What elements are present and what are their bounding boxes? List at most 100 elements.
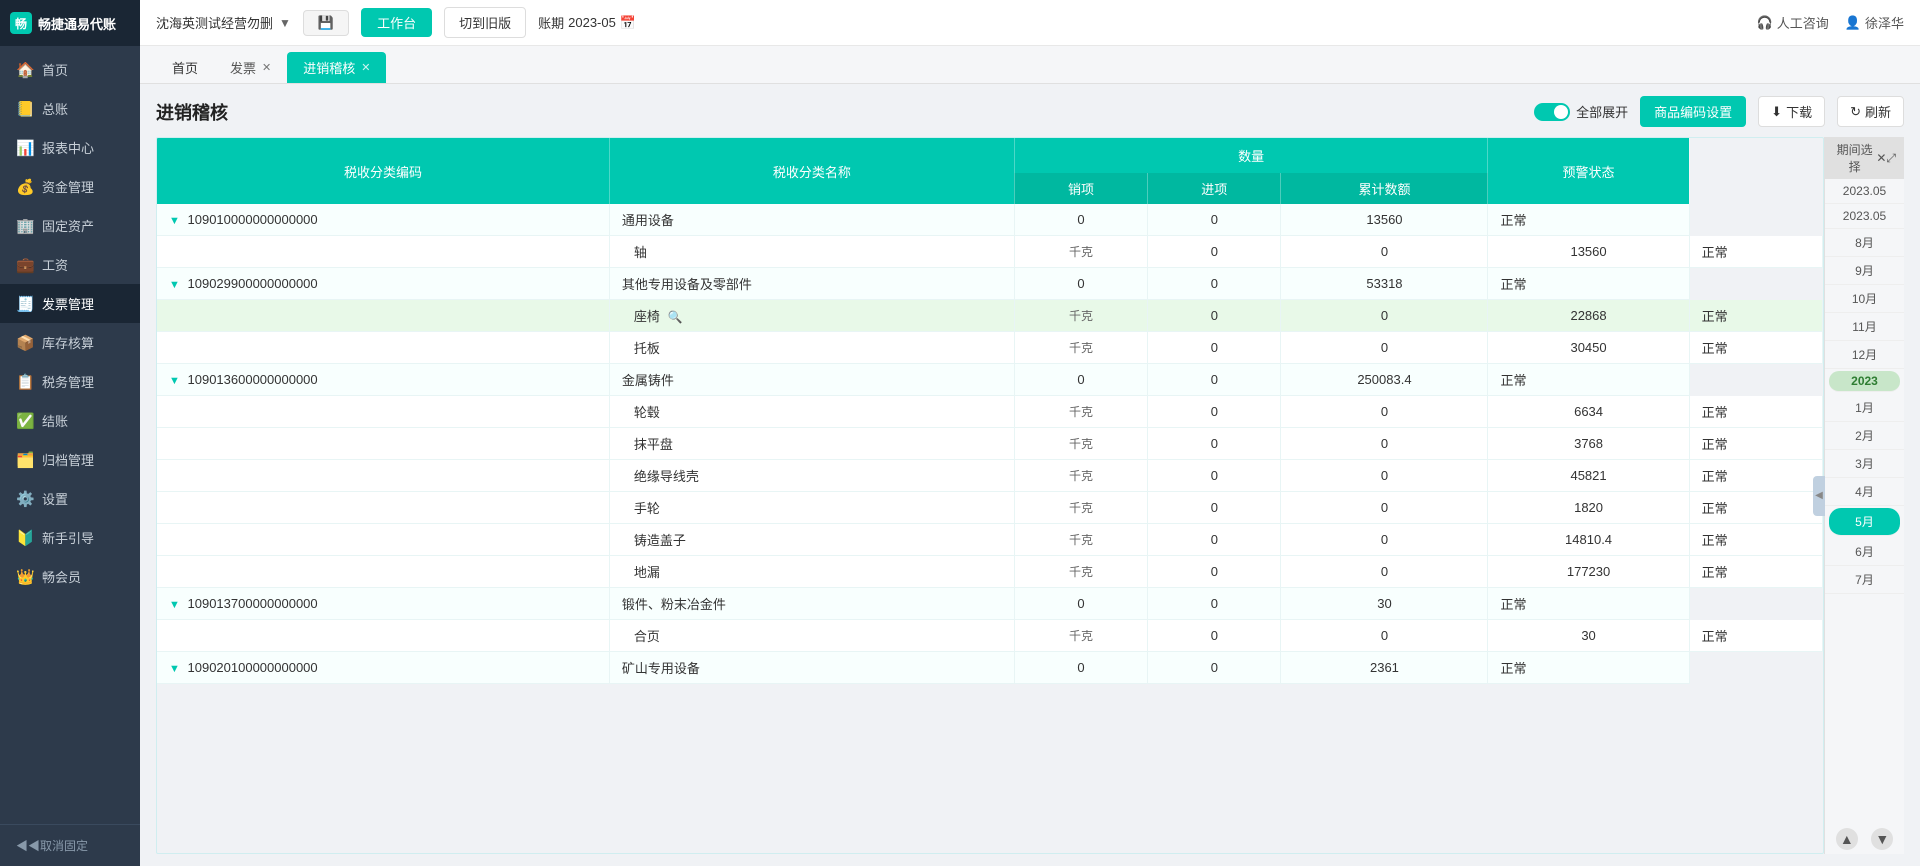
panel-collapse-handle[interactable]: ◀ <box>1813 476 1825 516</box>
save-button[interactable]: 💾 <box>303 10 349 36</box>
col-header-status: 预警状态 <box>1488 138 1689 204</box>
period-item[interactable]: 6月 <box>1825 538 1904 566</box>
cell-code: ▼ 109020100000000000 <box>157 652 609 684</box>
sidebar-item-member[interactable]: 👑 畅会员 <box>0 557 140 596</box>
period-prev-button[interactable]: ▲ <box>1836 828 1858 850</box>
col-header-name: 税收分类名称 <box>609 138 1014 204</box>
period-item[interactable]: 2月 <box>1825 422 1904 450</box>
expand-icon[interactable]: ▼ <box>169 215 180 227</box>
cell-purchase: 0 <box>1281 620 1488 652</box>
company-selector[interactable]: 沈海英测试经营勿删 ▼ <box>156 13 291 32</box>
sidebar-item-home[interactable]: 🏠 首页 <box>0 50 140 89</box>
cell-name: 托板 <box>609 332 1014 364</box>
table-row[interactable]: 手轮 千克 0 0 1820 正常 <box>157 492 1823 524</box>
period-item[interactable]: 7月 <box>1825 566 1904 594</box>
panel-expand-icon[interactable]: ⤢ <box>1886 151 1896 166</box>
tab-invoice-close-icon[interactable]: ✕ <box>262 61 271 74</box>
cell-total: 250083.4 <box>1281 364 1488 396</box>
inventory-icon: 📦 <box>16 334 34 352</box>
table-row[interactable]: ▼ 109010000000000000 通用设备 0 0 13560 正常 <box>157 204 1823 236</box>
unpin-button[interactable]: ◀◀取消固定 <box>0 824 140 866</box>
period-next-button[interactable]: ▼ <box>1871 828 1893 850</box>
sidebar-item-salary[interactable]: 💼 工资 <box>0 245 140 284</box>
cell-code <box>157 332 609 364</box>
table-row[interactable]: ▼ 109029900000000000 其他专用设备及零部件 0 0 5331… <box>157 268 1823 300</box>
tab-home[interactable]: 首页 <box>156 52 214 83</box>
table-row[interactable]: 地漏 千克 0 0 177230 正常 <box>157 556 1823 588</box>
expand-icon[interactable]: ▼ <box>169 279 180 291</box>
user-profile[interactable]: 👤 徐泽华 <box>1845 13 1904 32</box>
sidebar-item-label: 总账 <box>42 99 68 118</box>
period-item[interactable]: 10月 <box>1825 285 1904 313</box>
expand-all-toggle[interactable]: 全部展开 <box>1534 102 1628 121</box>
cell-total: 53318 <box>1281 268 1488 300</box>
sidebar-item-assets[interactable]: 🏢 固定资产 <box>0 206 140 245</box>
tab-reconcile[interactable]: 进销稽核 ✕ <box>287 52 386 83</box>
sidebar-item-checkout[interactable]: ✅ 结账 <box>0 401 140 440</box>
table-row[interactable]: 托板 千克 0 0 30450 正常 <box>157 332 1823 364</box>
sidebar-item-funds[interactable]: 💰 资金管理 <box>0 167 140 206</box>
old-version-button[interactable]: 切到旧版 <box>444 7 526 38</box>
table-row[interactable]: 座椅🔍 千克 0 0 22868 正常 <box>157 300 1823 332</box>
guide-icon: 🔰 <box>16 529 34 547</box>
col-header-code: 税收分类编码 <box>157 138 609 204</box>
period-item[interactable]: 5月 <box>1829 508 1900 536</box>
expand-icon[interactable]: ▼ <box>169 375 180 387</box>
page-actions: 全部展开 商品编码设置 ⬇ 下载 ↻ 刷新 <box>1534 96 1904 127</box>
sidebar-item-archive[interactable]: 🗂️ 归档管理 <box>0 440 140 479</box>
period-item[interactable]: 1月 <box>1825 394 1904 422</box>
table-row[interactable]: 绝缘导线壳 千克 0 0 45821 正常 <box>157 460 1823 492</box>
cell-status: 正常 <box>1689 620 1822 652</box>
table-row[interactable]: 合页 千克 0 0 30 正常 <box>157 620 1823 652</box>
cell-unit: 千克 <box>1014 492 1147 524</box>
sidebar-item-tax[interactable]: 📋 税务管理 <box>0 362 140 401</box>
toggle-switch[interactable] <box>1534 103 1570 121</box>
tab-reconcile-close-icon[interactable]: ✕ <box>361 61 370 74</box>
cell-status: 正常 <box>1689 492 1822 524</box>
table-row[interactable]: ▼ 109013600000000000 金属铸件 0 0 250083.4 正… <box>157 364 1823 396</box>
period-item[interactable]: 4月 <box>1825 478 1904 506</box>
page-title: 进销稽核 <box>156 99 228 125</box>
cell-status: 正常 <box>1689 300 1822 332</box>
period-item[interactable]: 11月 <box>1825 313 1904 341</box>
period-item[interactable]: 12月 <box>1825 341 1904 369</box>
period-item[interactable]: 2023 <box>1829 371 1900 392</box>
download-button[interactable]: ⬇ 下载 <box>1758 96 1825 127</box>
table-row[interactable]: ▼ 109013700000000000 锻件、粉末冶金件 0 0 30 正常 <box>157 588 1823 620</box>
period-item[interactable]: 9月 <box>1825 257 1904 285</box>
expand-icon[interactable]: ▼ <box>169 663 180 675</box>
period-value: 2023-05 <box>568 15 616 30</box>
panel-close-icon[interactable]: ✕ <box>1876 151 1886 165</box>
cell-code <box>157 236 609 268</box>
period-item[interactable]: 2023.05 <box>1825 179 1904 204</box>
tab-home-label: 首页 <box>172 58 198 77</box>
expand-icon[interactable]: ▼ <box>169 599 180 611</box>
table-row[interactable]: 铸造盖子 千克 0 0 14810.4 正常 <box>157 524 1823 556</box>
table-row[interactable]: 轴 千克 0 0 13560 正常 <box>157 236 1823 268</box>
support-label: 人工咨询 <box>1777 13 1829 32</box>
download-label: 下载 <box>1786 102 1812 121</box>
period-item[interactable]: 3月 <box>1825 450 1904 478</box>
sidebar-item-ledger[interactable]: 📒 总账 <box>0 89 140 128</box>
period-item[interactable]: 8月 <box>1825 229 1904 257</box>
workbench-button[interactable]: 工作台 <box>361 8 432 37</box>
refresh-button[interactable]: ↻ 刷新 <box>1837 96 1904 127</box>
sidebar-item-invoice[interactable]: 🧾 发票管理 <box>0 284 140 323</box>
table-row[interactable]: ▼ 109020100000000000 矿山专用设备 0 0 2361 正常 <box>157 652 1823 684</box>
cell-sales: 0 <box>1148 620 1281 652</box>
calendar-icon[interactable]: 📅 <box>620 15 636 31</box>
sidebar: 畅 畅捷通易代账 🏠 首页 📒 总账 📊 报表中心 💰 资金管理 🏢 固定资产 … <box>0 0 140 866</box>
sidebar-item-guide[interactable]: 🔰 新手引导 <box>0 518 140 557</box>
product-code-button[interactable]: 商品编码设置 <box>1640 96 1746 127</box>
sidebar-item-settings[interactable]: ⚙️ 设置 <box>0 479 140 518</box>
support-button[interactable]: 🎧 人工咨询 <box>1757 13 1829 32</box>
sidebar-item-reports[interactable]: 📊 报表中心 <box>0 128 140 167</box>
app-logo: 畅 畅捷通易代账 <box>0 0 140 46</box>
col-sub-purchase: 进项 <box>1148 173 1281 204</box>
search-icon[interactable]: 🔍 <box>668 310 683 324</box>
table-row[interactable]: 抹平盘 千克 0 0 3768 正常 <box>157 428 1823 460</box>
period-item[interactable]: 2023.05 <box>1825 204 1904 229</box>
table-row[interactable]: 轮毂 千克 0 0 6634 正常 <box>157 396 1823 428</box>
tab-invoice[interactable]: 发票 ✕ <box>214 52 287 83</box>
sidebar-item-inventory[interactable]: 📦 库存核算 <box>0 323 140 362</box>
